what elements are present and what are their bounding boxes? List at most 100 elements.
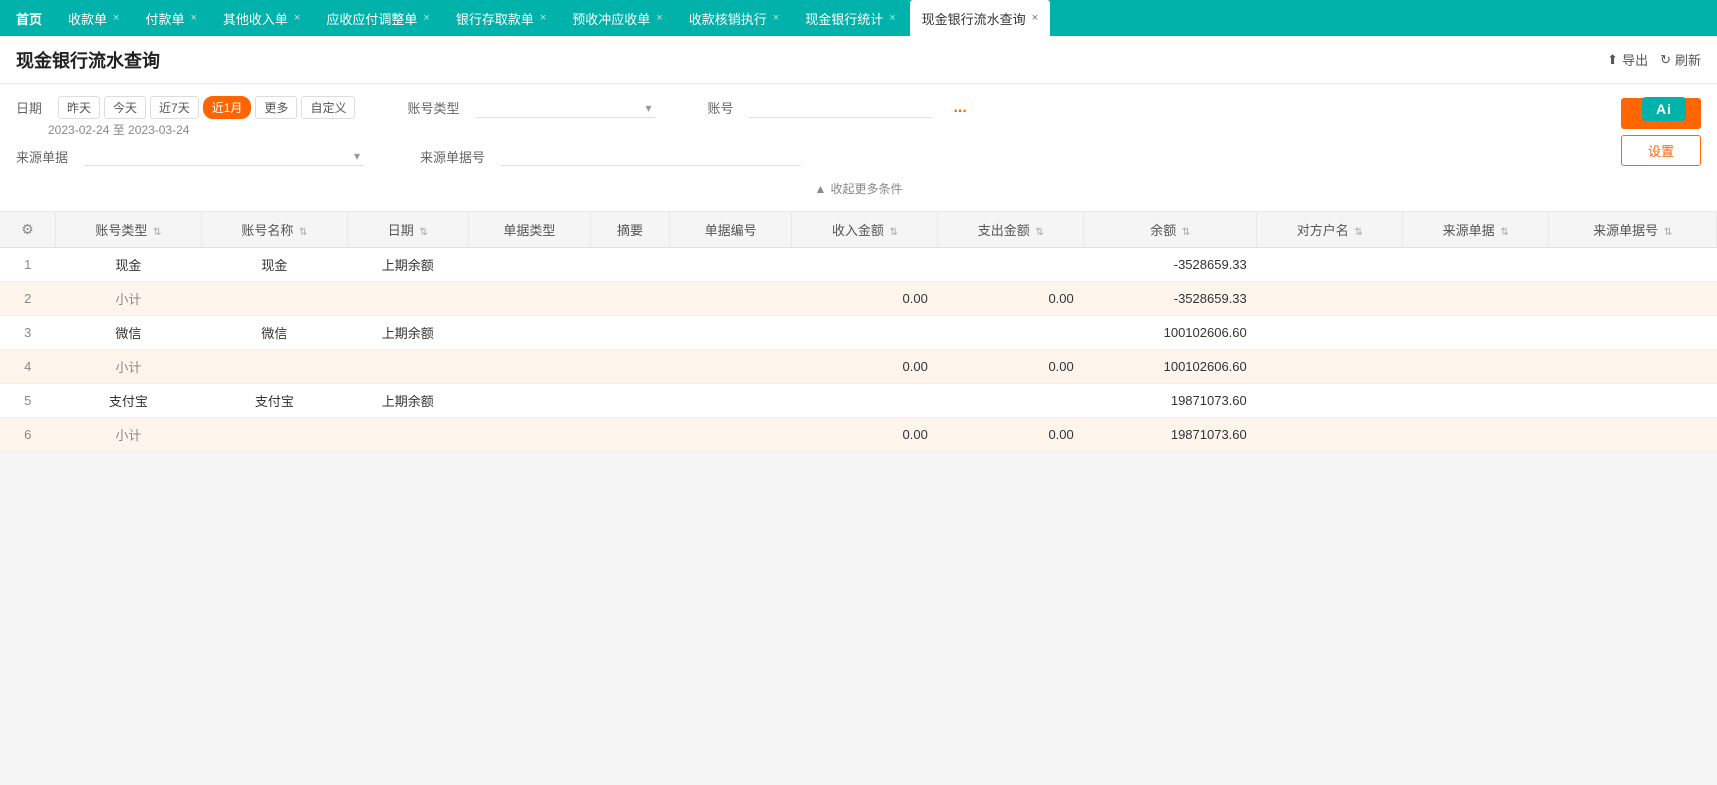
nav-bank-deposit-close[interactable]: × (540, 12, 546, 24)
col-summary[interactable]: 摘要 (591, 212, 670, 248)
cell-source-doc (1403, 384, 1549, 418)
sort-date-icon: ⇅ (419, 227, 427, 238)
date-btn-today[interactable]: 今天 (104, 96, 146, 119)
cell-expense: 0.00 (938, 282, 1084, 316)
date-btn-7days[interactable]: 近7天 (150, 96, 199, 119)
nav-cash-bank-stats-close[interactable]: × (889, 12, 895, 24)
cell-account-name (201, 418, 347, 452)
nav-receipt-close[interactable]: × (113, 12, 119, 24)
date-btn-custom[interactable]: 自定义 (301, 96, 355, 119)
nav-item-advance-offset[interactable]: 预收冲应收单 × (560, 0, 674, 36)
cell-num: 6 (0, 418, 55, 452)
col-account-type[interactable]: 账号类型 ⇅ (55, 212, 201, 248)
table-container: ⚙ 账号类型 ⇅ 账号名称 ⇅ 日期 ⇅ 单据类型 摘要 (0, 212, 1717, 452)
cell-doc-type (468, 248, 590, 282)
collapse-bar[interactable]: ▲ 收起更多条件 (16, 176, 1701, 203)
cell-counterparty (1257, 248, 1403, 282)
nav-item-cash-bank-stats[interactable]: 现金银行统计 × (793, 0, 907, 36)
sort-account-name-icon: ⇅ (299, 227, 307, 238)
nav-ar-ap-close[interactable]: × (423, 12, 429, 24)
table-row[interactable]: 4小计0.000.00100102606.60 (0, 350, 1717, 384)
nav-item-home[interactable]: 首页 (4, 0, 54, 36)
source-doc-no-input[interactable] (501, 146, 801, 166)
cell-source-doc (1403, 418, 1549, 452)
date-btn-1month[interactable]: 近1月 (203, 96, 252, 119)
nav-item-cash-bank-flow[interactable]: 现金银行流水查询 × (910, 0, 1050, 36)
table-row[interactable]: 5支付宝支付宝上期余额19871073.60 (0, 384, 1717, 418)
col-income[interactable]: 收入金额 ⇅ (792, 212, 938, 248)
cell-summary (591, 418, 670, 452)
cell-date: 上期余额 (347, 316, 468, 350)
nav-item-other-income[interactable]: 其他收入单 × (211, 0, 312, 36)
col-counterparty[interactable]: 对方户名 ⇅ (1257, 212, 1403, 248)
source-doc-select[interactable] (84, 146, 364, 166)
col-source-doc-no-label: 来源单据号 (1593, 223, 1658, 238)
account-type-select[interactable] (475, 98, 655, 118)
col-source-doc-no[interactable]: 来源单据号 ⇅ (1549, 212, 1717, 248)
cell-doc-type (468, 418, 590, 452)
nav-collection-exec-close[interactable]: × (773, 12, 779, 24)
settings-button[interactable]: 设置 (1621, 135, 1701, 166)
col-doc-type[interactable]: 单据类型 (468, 212, 590, 248)
nav-item-bank-deposit[interactable]: 银行存取款单 × (444, 0, 558, 36)
nav-cash-bank-flow-label: 现金银行流水查询 (922, 9, 1026, 28)
cell-num: 2 (0, 282, 55, 316)
nav-collection-exec-label: 收款核销执行 (689, 9, 767, 28)
refresh-button[interactable]: ↻ 刷新 (1660, 50, 1701, 69)
cell-doc-no (669, 384, 791, 418)
nav-item-ar-ap-adjust[interactable]: 应收应付调整单 × (314, 0, 441, 36)
cell-source-doc-no (1549, 316, 1717, 350)
table-row[interactable]: 6小计0.000.0019871073.60 (0, 418, 1717, 452)
col-source-doc[interactable]: 来源单据 ⇅ (1403, 212, 1549, 248)
cell-account-type: 小计 (55, 418, 201, 452)
col-doc-no[interactable]: 单据编号 (669, 212, 791, 248)
nav-other-income-close[interactable]: × (294, 12, 300, 24)
table-row[interactable]: 2小计0.000.00-3528659.33 (0, 282, 1717, 316)
col-expense[interactable]: 支出金额 ⇅ (938, 212, 1084, 248)
cell-doc-type (468, 384, 590, 418)
nav-item-collection-exec[interactable]: 收款核销执行 × (677, 0, 791, 36)
cell-expense: 0.00 (938, 418, 1084, 452)
nav-item-receipt[interactable]: 收款单 × (56, 0, 131, 36)
cell-date (347, 350, 468, 384)
export-button[interactable]: ⬆ 导出 (1607, 50, 1648, 69)
cell-date (347, 418, 468, 452)
cell-source-doc-no (1549, 350, 1717, 384)
table-row[interactable]: 3微信微信上期余额100102606.60 (0, 316, 1717, 350)
cell-balance: -3528659.33 (1084, 282, 1257, 316)
nav-item-payment[interactable]: 付款单 × (133, 0, 208, 36)
account-dots-button[interactable]: ... (949, 99, 970, 117)
date-btn-yesterday[interactable]: 昨天 (58, 96, 100, 119)
page-header: 现金银行流水查询 ⬆ 导出 ↻ 刷新 (0, 36, 1717, 84)
col-gear[interactable]: ⚙ (0, 212, 55, 248)
col-balance[interactable]: 余额 ⇅ (1084, 212, 1257, 248)
source-doc-no-label: 来源单据号 (420, 147, 485, 166)
cell-expense (938, 248, 1084, 282)
account-input[interactable] (749, 98, 933, 118)
nav-cash-bank-flow-close[interactable]: × (1032, 12, 1038, 24)
nav-payment-close[interactable]: × (190, 12, 196, 24)
col-account-name-label: 账号名称 (241, 223, 293, 238)
date-btn-more[interactable]: 更多 (255, 96, 297, 119)
ai-badge[interactable]: Ai (1642, 97, 1686, 121)
cell-income: 0.00 (792, 282, 938, 316)
cell-counterparty (1257, 350, 1403, 384)
nav-home-label: 首页 (16, 9, 42, 28)
refresh-icon: ↻ (1660, 52, 1671, 68)
cell-income (792, 384, 938, 418)
col-date[interactable]: 日期 ⇅ (347, 212, 468, 248)
cell-summary (591, 248, 670, 282)
cell-counterparty (1257, 282, 1403, 316)
nav-ar-ap-label: 应收应付调整单 (326, 9, 417, 28)
cell-account-type: 小计 (55, 350, 201, 384)
cell-doc-type (468, 316, 590, 350)
cell-account-type: 支付宝 (55, 384, 201, 418)
table-row[interactable]: 1现金现金上期余额-3528659.33 (0, 248, 1717, 282)
cell-counterparty (1257, 316, 1403, 350)
nav-advance-offset-close[interactable]: × (656, 12, 662, 24)
cell-expense: 0.00 (938, 350, 1084, 384)
cell-source-doc-no (1549, 418, 1717, 452)
col-account-name[interactable]: 账号名称 ⇅ (201, 212, 347, 248)
nav-other-income-label: 其他收入单 (223, 9, 288, 28)
cell-account-name: 微信 (201, 316, 347, 350)
